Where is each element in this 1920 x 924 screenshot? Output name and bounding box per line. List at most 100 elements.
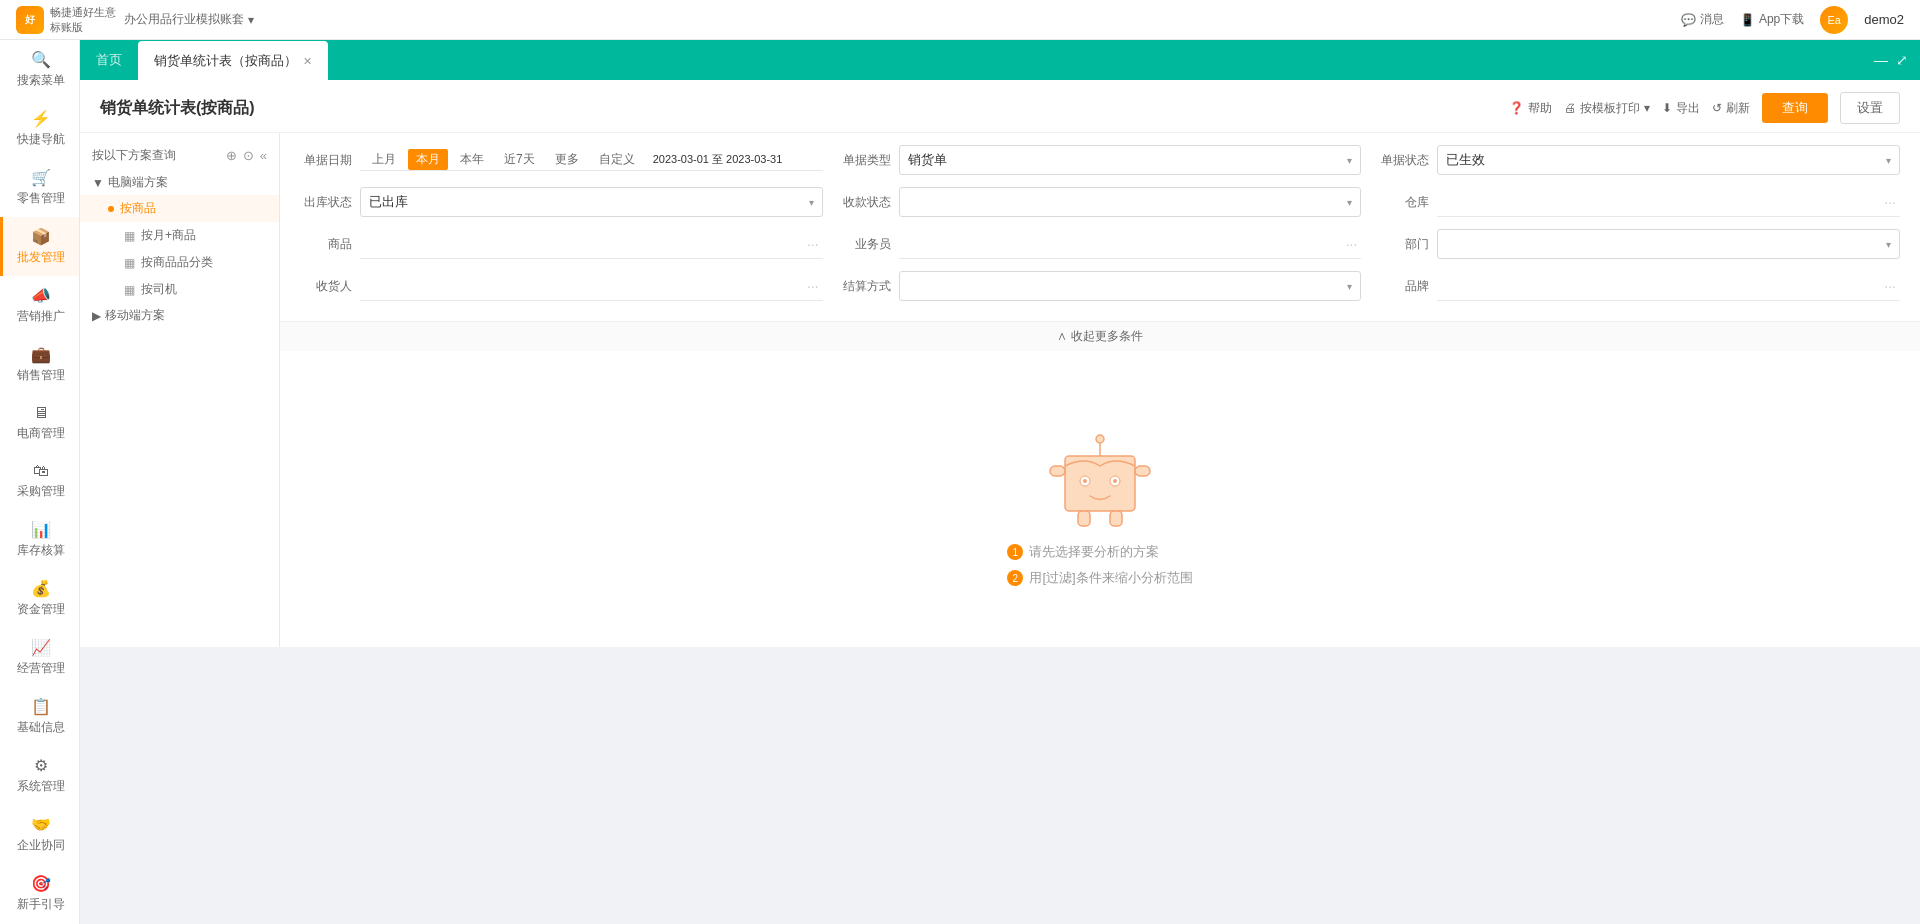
sidebar-item-wholesale[interactable]: 📦 批发管理	[0, 217, 79, 276]
sidebar-item-operation[interactable]: 📈 经营管理	[0, 628, 79, 687]
sidebar-label-operation: 经营管理	[17, 660, 65, 677]
sidebar-label-enterprise: 企业协同	[17, 837, 65, 854]
sidebar-item-guide[interactable]: 🎯 新手引导	[0, 864, 79, 923]
brand-cell: 品牌 ···	[1377, 271, 1900, 301]
warehouse-input[interactable]: ···	[1437, 187, 1900, 217]
settlement-select[interactable]: ▾	[899, 271, 1362, 301]
content-area: 首页 销货单统计表（按商品） ✕ — ⤢ 销货单统计表(按商品) ❓	[80, 40, 1920, 924]
tab-home[interactable]: 首页	[80, 40, 138, 80]
page-title: 销货单统计表(按商品)	[100, 98, 255, 119]
sidebar-item-enterprise[interactable]: 🤝 企业协同	[0, 805, 79, 864]
goods-dots[interactable]: ···	[807, 236, 819, 252]
sidebar-item-shortcut[interactable]: ⚡ 快捷导航	[0, 99, 79, 158]
sidebar-item-retail[interactable]: 🛒 零售管理	[0, 158, 79, 217]
help-icon: ❓	[1509, 101, 1524, 115]
sidebar-item-system[interactable]: ⚙ 系统管理	[0, 746, 79, 805]
title-actions: ❓ 帮助 🖨 按模板打印 ▾ ⬇ 导出 ↺	[1509, 92, 1900, 124]
sidebar-item-inventory[interactable]: 📊 库存核算	[0, 510, 79, 569]
message-button[interactable]: 💬 消息	[1681, 11, 1724, 28]
tree-item-month-goods[interactable]: ▦ 按月+商品	[80, 222, 279, 249]
query-button[interactable]: 查询	[1762, 93, 1828, 123]
export-button[interactable]: ⬇ 导出	[1662, 100, 1700, 117]
tree-item-goods-category[interactable]: ▦ 按商品品分类	[80, 249, 279, 276]
sidebar-label-search: 搜索菜单	[17, 72, 65, 89]
scheme-settings-icon[interactable]: ⊙	[243, 148, 254, 163]
date-tab-last-month[interactable]: 上月	[364, 149, 404, 170]
out-status-select[interactable]: 已出库 ▾	[360, 187, 823, 217]
top-header: 好 畅捷通好生意 标账版 办公用品行业模拟账套 ▾ 💬 消息 📱 App下载 E…	[0, 0, 1920, 40]
brand-label: 品牌	[1377, 278, 1437, 295]
payment-status-cell: 收款状态 ▾	[839, 187, 1362, 217]
goods-input[interactable]: ···	[360, 229, 823, 259]
payment-status-select[interactable]: ▾	[899, 187, 1362, 217]
app-download-button[interactable]: 📱 App下载	[1740, 11, 1804, 28]
brand-input[interactable]: ···	[1437, 271, 1900, 301]
retail-icon: 🛒	[31, 168, 51, 187]
enterprise-icon: 🤝	[31, 815, 51, 834]
date-tab-this-month[interactable]: 本月	[408, 149, 448, 170]
collapse-panel-icon[interactable]: «	[260, 148, 267, 163]
print-icon: 🖨	[1564, 101, 1576, 115]
sidebar-item-search[interactable]: 🔍 搜索菜单	[0, 40, 79, 99]
help-button[interactable]: ❓ 帮助	[1509, 100, 1552, 117]
receiver-cell: 收货人 ···	[300, 271, 823, 301]
page-inner: 销货单统计表(按商品) ❓ 帮助 🖨 按模板打印 ▾ ⬇	[80, 80, 1920, 647]
date-tab-this-year[interactable]: 本年	[452, 149, 492, 170]
operation-icon: 📈	[31, 638, 51, 657]
tree-item-by-goods[interactable]: 按商品	[80, 195, 279, 222]
sidebar-item-marketing[interactable]: 📣 营销推广	[0, 276, 79, 335]
warehouse-dots[interactable]: ···	[1884, 194, 1896, 210]
doc-type-label: 单据类型	[839, 152, 899, 169]
header-left: 好 畅捷通好生意 标账版 办公用品行业模拟账套 ▾	[16, 5, 254, 34]
sidebar-label-marketing: 营销推广	[17, 308, 65, 325]
svg-rect-8	[1135, 466, 1150, 476]
tab-maximize-icon[interactable]: ⤢	[1896, 52, 1908, 68]
message-icon: 💬	[1681, 13, 1696, 27]
panel-header-actions: ⊕ ⊙ «	[226, 148, 267, 163]
date-tab-custom[interactable]: 自定义	[591, 149, 643, 170]
brand-dots[interactable]: ···	[1884, 278, 1896, 294]
refresh-button[interactable]: ↺ 刷新	[1712, 100, 1750, 117]
app-logo-icon: 好	[16, 6, 44, 34]
sidebar-item-purchase[interactable]: 🛍 采购管理	[0, 452, 79, 510]
purchase-icon: 🛍	[33, 462, 49, 480]
tab-close-icon[interactable]: ✕	[303, 55, 312, 68]
empty-tips: 1 请先选择要分析的方案 2 用[过滤]条件来缩小分析范围	[1007, 543, 1192, 587]
sidebar-label-wholesale: 批发管理	[17, 249, 65, 266]
tree-collapsed-icon: ▶	[92, 309, 101, 323]
marketing-icon: 📣	[31, 286, 51, 305]
sidebar-item-sales[interactable]: 💼 销售管理	[0, 335, 79, 394]
doc-type-select[interactable]: 销货单 ▾	[899, 145, 1362, 175]
dept-select[interactable]: ▾	[1437, 229, 1900, 259]
tree-item-driver[interactable]: ▦ 按司机	[80, 276, 279, 303]
dept-label: 部门	[1377, 236, 1437, 253]
tab-sales-report[interactable]: 销货单统计表（按商品） ✕	[138, 41, 328, 81]
settings-button[interactable]: 设置	[1840, 92, 1900, 124]
logo-area: 好 畅捷通好生意 标账版	[16, 5, 116, 34]
salesperson-dots[interactable]: ···	[1346, 236, 1358, 252]
main-layout: 🔍 搜索菜单 ⚡ 快捷导航 🛒 零售管理 📦 批发管理 📣 营销推广 💼 销售管…	[0, 40, 1920, 924]
salesperson-label: 业务员	[839, 236, 899, 253]
tab-minimize-icon[interactable]: —	[1874, 52, 1888, 68]
receiver-label: 收货人	[300, 278, 360, 295]
date-tab-7days[interactable]: 近7天	[496, 149, 543, 170]
settlement-chevron: ▾	[1347, 281, 1352, 292]
dept-cell: 部门 ▾	[1377, 229, 1900, 259]
sidebar-item-basic[interactable]: 📋 基础信息	[0, 687, 79, 746]
sidebar-label-inventory: 库存核算	[17, 542, 65, 559]
print-button[interactable]: 🖨 按模板打印 ▾	[1564, 100, 1650, 117]
date-tab-more[interactable]: 更多	[547, 149, 587, 170]
salesperson-input[interactable]: ···	[899, 229, 1362, 259]
out-status-chevron: ▾	[809, 197, 814, 208]
sidebar-item-finance[interactable]: 💰 资金管理	[0, 569, 79, 628]
sidebar-item-ecommerce[interactable]: 🖥 电商管理	[0, 394, 79, 452]
workspace-selector[interactable]: 办公用品行业模拟账套 ▾	[124, 11, 254, 28]
collapse-bar[interactable]: ∧ 收起更多条件	[280, 321, 1920, 351]
out-status-label: 出库状态	[300, 194, 360, 211]
tab-controls: — ⤢	[1874, 52, 1920, 68]
receiver-input[interactable]: ···	[360, 271, 823, 301]
user-avatar[interactable]: Ea	[1820, 6, 1848, 34]
add-scheme-icon[interactable]: ⊕	[226, 148, 237, 163]
doc-status-select[interactable]: 已生效 ▾	[1437, 145, 1900, 175]
receiver-dots[interactable]: ···	[807, 278, 819, 294]
